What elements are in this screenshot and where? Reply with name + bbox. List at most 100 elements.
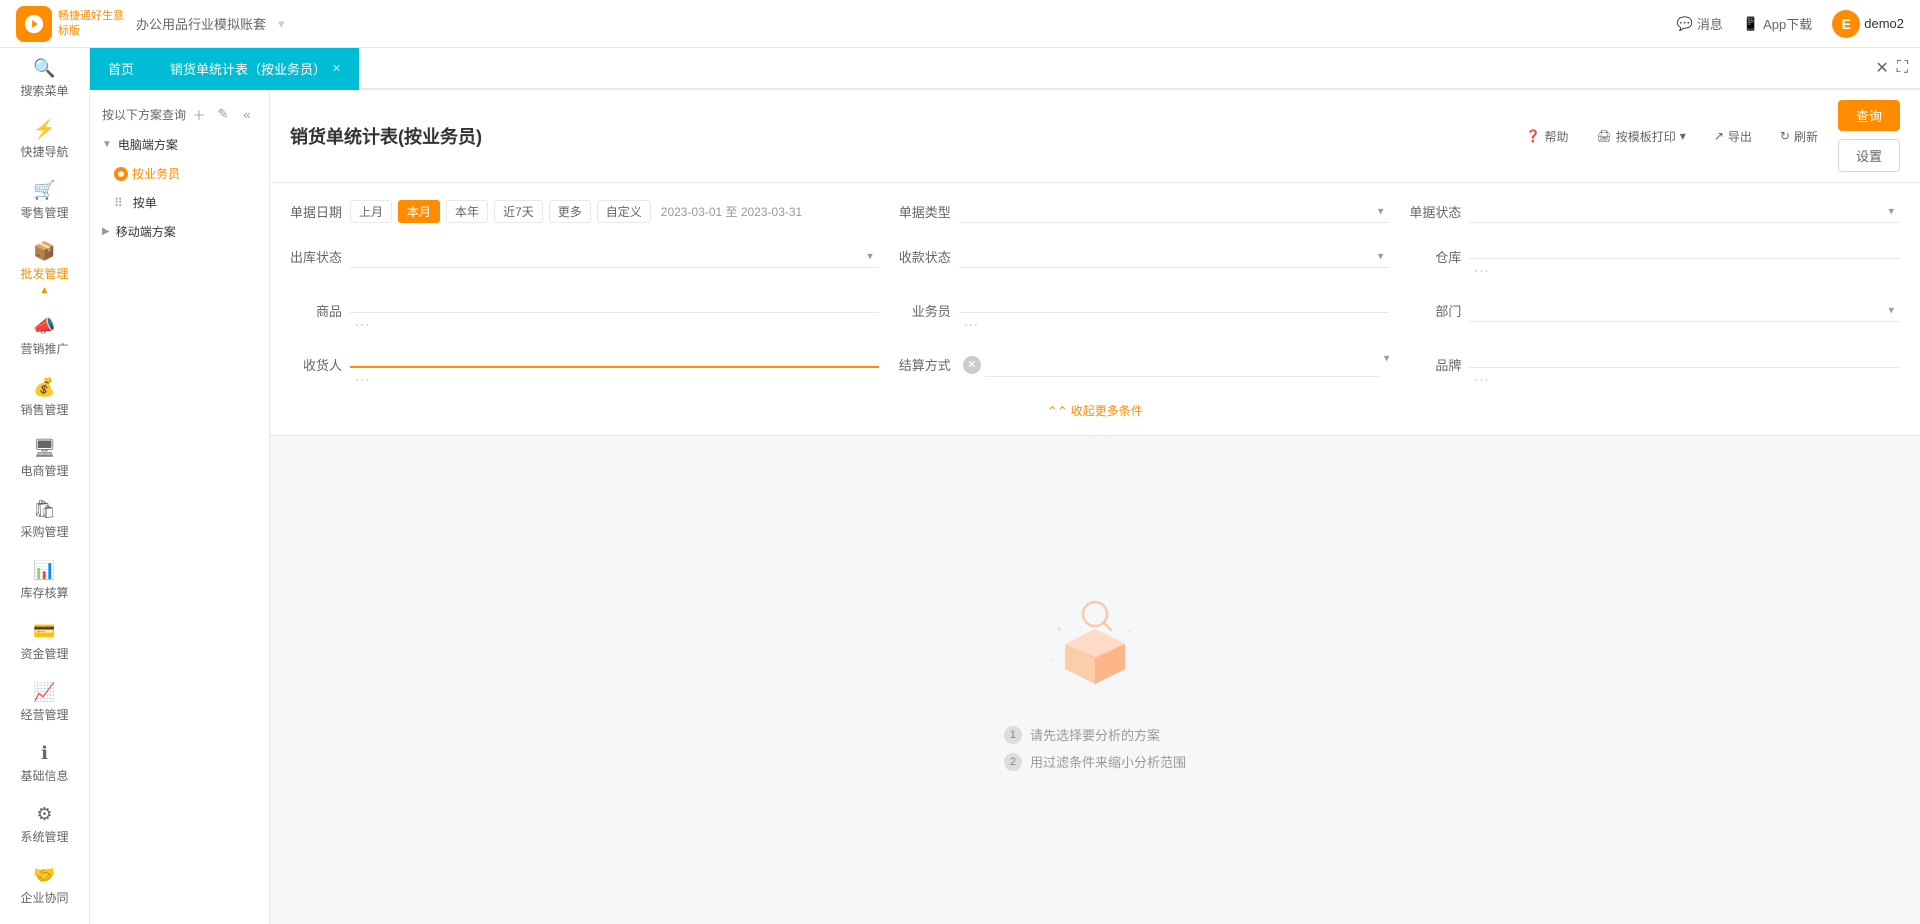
receiver-input[interactable] xyxy=(350,343,879,368)
tree-item-mobile[interactable]: ▶ 移动端方案 xyxy=(90,217,269,246)
sidebar-item-system[interactable]: ⚙ 系统管理 xyxy=(0,794,89,855)
warehouse-label: 仓库 xyxy=(1409,247,1461,266)
empty-tip-2: 2 用过滤条件来缩小分析范围 xyxy=(1004,752,1186,771)
basic-icon: ℹ xyxy=(41,743,48,764)
settings-button[interactable]: 设置 xyxy=(1838,139,1900,172)
filter-date: 单据日期 上月 本月 本年 近7天 更多 自定义 2023-03-01 至 20… xyxy=(290,200,879,223)
empty-state: 1 请先选择要分析的方案 2 用过滤条件来缩小分析范围 xyxy=(270,436,1920,924)
goods-input[interactable] xyxy=(350,289,879,313)
username: demo2 xyxy=(1864,16,1904,31)
help-button[interactable]: ❓ 帮助 xyxy=(1518,124,1577,149)
wholesale-icon: 📦 xyxy=(33,241,55,262)
tab-close-icon[interactable]: ✕ xyxy=(332,62,341,75)
doc-status-select[interactable] xyxy=(1469,199,1900,223)
empty-tips: 1 请先选择要分析的方案 2 用过滤条件来缩小分析范围 xyxy=(1004,725,1186,771)
receiver-label: 收货人 xyxy=(290,355,342,374)
active-scheme-label: 按业务员 xyxy=(114,165,180,182)
query-button[interactable]: 查询 xyxy=(1838,100,1900,131)
filter-out-status: 出库状态 ▾ xyxy=(290,244,879,268)
date-btn-this-month[interactable]: 本月 xyxy=(398,200,440,223)
add-scheme-button[interactable]: ＋ xyxy=(189,104,209,124)
export-button[interactable]: ↗ 导出 xyxy=(1706,124,1760,149)
sidebar-item-retail[interactable]: 🛒 零售管理 xyxy=(0,170,89,231)
sidebar-item-ecommerce[interactable]: 🖥 电商管理 xyxy=(0,428,89,489)
sidebar-item-purchase[interactable]: 🛍 采购管理 xyxy=(0,489,89,550)
date-range: 2023-03-01 至 2023-03-31 xyxy=(661,203,802,220)
date-btn-this-year[interactable]: 本年 xyxy=(446,200,488,223)
message-action[interactable]: 💬 消息 xyxy=(1677,14,1723,33)
refresh-button[interactable]: ↻ 刷新 xyxy=(1772,124,1826,149)
collect-status-select[interactable] xyxy=(959,244,1390,268)
goods-more-icon[interactable]: … xyxy=(354,313,370,330)
tab-home[interactable]: 首页 xyxy=(90,48,152,90)
search-icon: 🔍 xyxy=(33,58,55,79)
tree-arrow-icon: ▼ xyxy=(102,139,112,150)
collapse-icon: ⌃⌃ xyxy=(1047,404,1070,418)
settle-arrow-icon: ▾ xyxy=(1384,352,1390,365)
filter-goods: 商品 … xyxy=(290,289,879,331)
tab-close-button[interactable]: ✕ xyxy=(1875,58,1888,78)
sidebar-item-basic[interactable]: ℹ 基础信息 xyxy=(0,733,89,794)
brand-more-icon[interactable]: … xyxy=(1473,368,1489,385)
sidebar: 🔍 搜索菜单 ⚡ 快捷导航 🛒 零售管理 📦 批发管理 ▲ 📣 营销推广 � xyxy=(0,48,90,924)
brand-wrap: … xyxy=(1469,344,1900,386)
system-icon: ⚙ xyxy=(36,804,52,825)
collapse-panel-button[interactable]: « xyxy=(237,104,257,124)
tree-section: ▼ 电脑端方案 按业务员 ⠿ 按单 xyxy=(90,130,269,246)
salesperson-input[interactable] xyxy=(959,289,1390,313)
finance-icon: 💳 xyxy=(33,621,55,642)
user-area[interactable]: E demo2 xyxy=(1832,10,1904,38)
tab-maximize-button[interactable]: ⛶ xyxy=(1897,59,1908,77)
empty-tip-1: 1 请先选择要分析的方案 xyxy=(1004,725,1186,744)
header-left: 畅捷通好生意 标版 办公用品行业模拟账套 ▾ xyxy=(16,6,285,42)
warehouse-input[interactable] xyxy=(1469,235,1900,259)
sidebar-item-finance[interactable]: 💳 资金管理 xyxy=(0,611,89,672)
warehouse-more-icon[interactable]: … xyxy=(1473,259,1489,276)
filter-brand: 品牌 … xyxy=(1409,344,1900,386)
app-container: 畅捷通好生意 标版 办公用品行业模拟账套 ▾ 💬 消息 📱 App下载 E de… xyxy=(0,0,1920,924)
sidebar-item-inventory[interactable]: 📊 库存核算 xyxy=(0,550,89,611)
brand-input[interactable] xyxy=(1469,344,1900,368)
date-btn-custom[interactable]: 自定义 xyxy=(597,200,651,223)
tab-sales-stat[interactable]: 销货单统计表（按业务员） ✕ xyxy=(152,48,359,90)
left-panel-header: 按以下方案查询 ＋ ✎ « xyxy=(90,98,269,130)
dept-select[interactable] xyxy=(1469,298,1900,322)
tree-item-pc[interactable]: ▼ 电脑端方案 xyxy=(90,130,269,159)
sidebar-item-sales[interactable]: 💰 销售管理 xyxy=(0,367,89,428)
help-icon: ❓ xyxy=(1526,129,1541,143)
main-layout: 🔍 搜索菜单 ⚡ 快捷导航 🛒 零售管理 📦 批发管理 ▲ 📣 营销推广 � xyxy=(0,48,1920,924)
date-btn-7days[interactable]: 近7天 xyxy=(494,200,543,223)
phone-icon: 📱 xyxy=(1743,16,1759,32)
settle-clear-button[interactable]: ✕ xyxy=(963,356,981,374)
tree-item-by-doc[interactable]: ⠿ 按单 xyxy=(90,188,269,217)
app-download-action[interactable]: 📱 App下载 xyxy=(1743,14,1812,33)
doc-type-select[interactable] xyxy=(959,199,1390,223)
sidebar-item-marketing[interactable]: 📣 营销推广 xyxy=(0,306,89,367)
date-btn-more[interactable]: 更多 xyxy=(549,200,591,223)
logo-text: 畅捷通好生意 标版 xyxy=(58,9,124,38)
receiver-wrap: … xyxy=(350,343,879,386)
print-button[interactable]: 🖨 按模板打印 ▾ xyxy=(1589,124,1694,149)
sidebar-item-search[interactable]: 🔍 搜索菜单 xyxy=(0,48,89,109)
salesperson-more-icon[interactable]: … xyxy=(963,313,979,330)
sidebar-item-operation[interactable]: 📈 经营管理 xyxy=(0,672,89,733)
receiver-more-icon[interactable]: … xyxy=(354,368,370,385)
salesperson-wrap: … xyxy=(959,289,1390,331)
sidebar-item-corp[interactable]: 🤝 企业协同 xyxy=(0,855,89,916)
settle-select[interactable] xyxy=(985,353,1380,377)
top-header: 畅捷通好生意 标版 办公用品行业模拟账套 ▾ 💬 消息 📱 App下载 E de… xyxy=(0,0,1920,48)
out-status-select[interactable] xyxy=(350,244,879,268)
sidebar-item-quick-nav[interactable]: ⚡ 快捷导航 xyxy=(0,109,89,170)
edit-scheme-button[interactable]: ✎ xyxy=(213,104,233,124)
sidebar-item-wholesale[interactable]: 📦 批发管理 ▲ xyxy=(0,231,89,306)
sidebar-item-newbie[interactable]: 🧭 新手引导 xyxy=(0,916,89,924)
warehouse-wrap: … xyxy=(1469,235,1900,277)
filter-row-4: 收货人 … 结算方式 ✕ xyxy=(290,343,1900,386)
breadcrumb: 办公用品行业模拟账套 xyxy=(136,14,266,33)
marketing-icon: 📣 xyxy=(33,316,55,337)
date-btn-last-month[interactable]: 上月 xyxy=(350,200,392,223)
doc-type-label: 单据类型 xyxy=(899,202,951,221)
tree-item-salesperson[interactable]: 按业务员 xyxy=(90,159,269,188)
page-title-bar: 销货单统计表(按业务员) ❓ 帮助 🖨 按模板打印 ▾ xyxy=(270,90,1920,183)
collapse-button[interactable]: ⌃⌃ 收起更多条件 xyxy=(290,398,1900,423)
